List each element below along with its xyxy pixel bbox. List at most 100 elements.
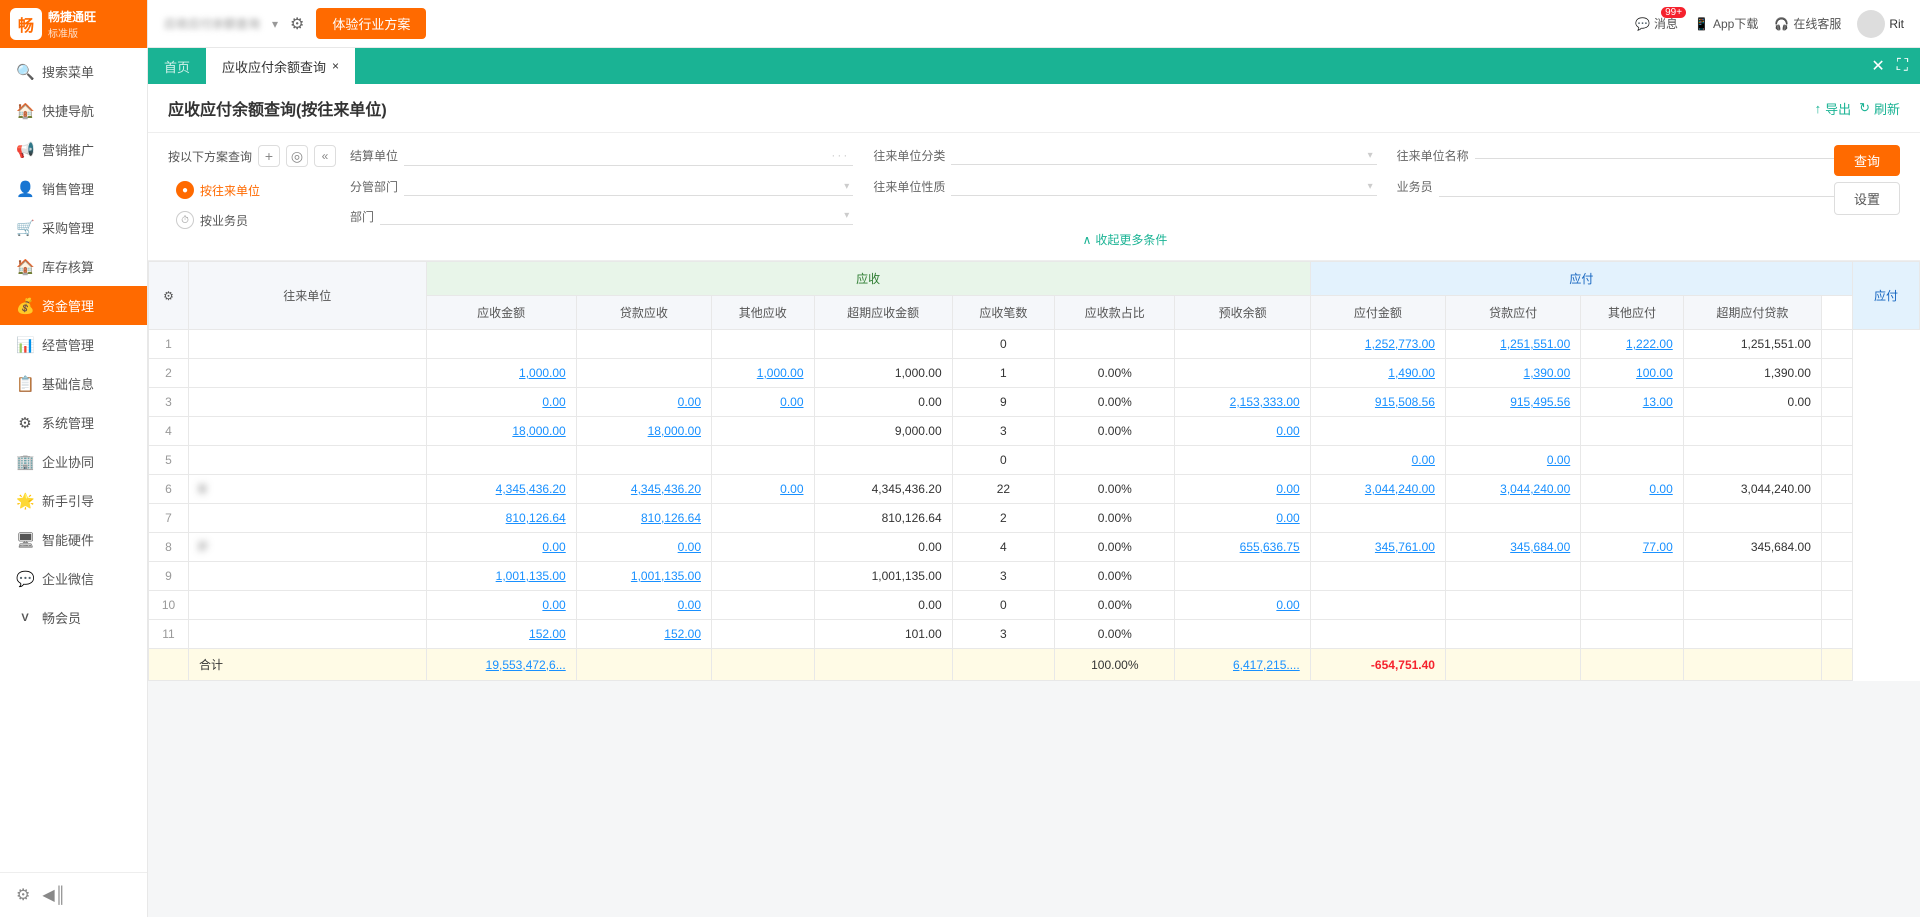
sidebar-item-operations[interactable]: 📊 经营管理 (0, 325, 147, 364)
cell-link[interactable]: 4,345,436.20 (496, 482, 566, 496)
export-btn[interactable]: ↑ 导出 (1815, 99, 1852, 118)
tab-close-icon[interactable]: × (332, 59, 339, 73)
cell-link[interactable]: 13.00 (1643, 395, 1673, 409)
department-dropdown[interactable]: ▾ (380, 207, 853, 225)
cell-link[interactable]: 0.00 (678, 598, 701, 612)
cell-link[interactable]: 1,001,135.00 (631, 569, 701, 583)
app-download-label: App下载 (1713, 15, 1758, 32)
tab-home[interactable]: 首页 (148, 48, 206, 84)
sidebar-item-guide[interactable]: 🌟 新手引导 (0, 481, 147, 520)
wechat-icon: 💬 (16, 570, 34, 588)
cell-link[interactable]: 100.00 (1636, 366, 1673, 380)
cell-link[interactable]: 915,495.56 (1510, 395, 1570, 409)
cell-link[interactable]: 1,252,773.00 (1365, 337, 1435, 351)
sidebar-collapse-btn[interactable]: ◀║ (42, 885, 66, 905)
partner-nature-dropdown[interactable]: ▾ (951, 178, 1376, 196)
cell-link[interactable]: 18,000.00 (512, 424, 565, 438)
sidebar-item-wechat[interactable]: 💬 企业微信 (0, 559, 147, 598)
cell-link[interactable]: 2,153,333.00 (1230, 395, 1300, 409)
cell-link[interactable]: 0.00 (678, 540, 701, 554)
cell-link[interactable]: 0.00 (780, 482, 803, 496)
cell-link[interactable]: 655,636.75 (1240, 540, 1300, 554)
cell-link[interactable]: 1,251,551.00 (1500, 337, 1570, 351)
dept-dropdown[interactable]: ▾ (404, 178, 853, 196)
logo-text: 畅捷通旺 标准版 (48, 8, 96, 40)
cell-link[interactable]: 0.00 (1547, 453, 1570, 467)
table-settings-icon[interactable]: ⚙ (163, 289, 174, 303)
settings-btn[interactable]: 设置 (1834, 182, 1900, 215)
cell-link[interactable]: 0.00 (1276, 598, 1299, 612)
cell-link[interactable]: 1,000.00 (757, 366, 804, 380)
app-download-icon: 📱 (1694, 17, 1709, 31)
page-title: 应收应付余额查询(按往来单位) (168, 96, 387, 120)
cell-link[interactable]: 1,222.00 (1626, 337, 1673, 351)
settlement-unit-input[interactable]: ··· (404, 145, 853, 166)
cell-link[interactable]: 4,345,436.20 (631, 482, 701, 496)
cell-link[interactable]: 77.00 (1643, 540, 1673, 554)
sidebar-item-system[interactable]: ⚙ 系统管理 (0, 403, 147, 442)
tab-expand-icon[interactable]: ⛶ (1897, 57, 1908, 75)
cell-link[interactable]: 18,000.00 (648, 424, 701, 438)
sidebar-item-purchase-label: 采购管理 (42, 218, 94, 237)
refresh-btn[interactable]: ↻ 刷新 (1859, 99, 1900, 118)
cell-link[interactable]: 345,684.00 (1510, 540, 1570, 554)
cell-link[interactable]: 0.00 (1412, 453, 1435, 467)
app-download-btn[interactable]: 📱 App下载 (1694, 15, 1758, 32)
sidebar-item-purchase[interactable]: 🛒 采购管理 (0, 208, 147, 247)
notifications-btn[interactable]: 💬 消息 99+ (1635, 15, 1678, 32)
filter-scheme-by-partner[interactable]: ● 按往来单位 (168, 177, 338, 203)
filter-department: 部门 ▾ (350, 207, 853, 225)
cell-link[interactable]: 0.00 (1649, 482, 1672, 496)
cell-link[interactable]: 810,126.64 (506, 511, 566, 525)
total-loan-ar (576, 649, 711, 681)
cell-link[interactable]: 0.00 (542, 395, 565, 409)
salesman-input[interactable]: ··· (1439, 176, 1900, 197)
cell-link[interactable]: 3,044,240.00 (1365, 482, 1435, 496)
cell-link[interactable]: 0.00 (1276, 424, 1299, 438)
cell-link[interactable]: 915,508.56 (1375, 395, 1435, 409)
solution-btn[interactable]: 体验行业方案 (316, 8, 426, 39)
cell-link[interactable]: 1,390.00 (1524, 366, 1571, 380)
filter-add-btn[interactable]: + (258, 145, 280, 167)
cell-link[interactable]: 0.00 (780, 395, 803, 409)
sidebar-item-search-menu[interactable]: 🔍 搜索菜单 (0, 52, 147, 91)
sidebar-item-member[interactable]: V 畅会员 (0, 598, 147, 637)
tab-ar-ap-query[interactable]: 应收应付余额查询 × (206, 48, 355, 84)
user-info[interactable]: Rit (1857, 10, 1904, 38)
online-service-btn[interactable]: 🎧 在线客服 (1774, 15, 1841, 32)
sidebar-item-inventory[interactable]: 🏠 库存核算 (0, 247, 147, 286)
total-row-settings (149, 649, 189, 681)
cell-link[interactable]: 152.00 (529, 627, 566, 641)
cell-link[interactable]: 1,001,135.00 (496, 569, 566, 583)
partner-category-dropdown[interactable]: ▾ (951, 147, 1376, 165)
cell-link[interactable]: 0.00 (1276, 511, 1299, 525)
cell-link[interactable]: 0.00 (1276, 482, 1299, 496)
cell-link[interactable]: 0.00 (678, 395, 701, 409)
cell-link[interactable]: 3,044,240.00 (1500, 482, 1570, 496)
sidebar-item-sales[interactable]: 👤 销售管理 (0, 169, 147, 208)
breadcrumb-arrow[interactable]: ▾ (272, 17, 278, 31)
cell-link[interactable]: 810,126.64 (641, 511, 701, 525)
header-gear-icon[interactable]: ⚙ (290, 14, 304, 34)
sidebar-item-hardware[interactable]: 🖥 智能硬件 (0, 520, 147, 559)
cell-link[interactable]: 152.00 (664, 627, 701, 641)
sidebar-item-marketing[interactable]: 📢 营销推广 (0, 130, 147, 169)
sidebar-settings-btn[interactable]: ⚙ (16, 885, 30, 905)
query-btn[interactable]: 查询 (1834, 145, 1900, 176)
sidebar-item-finance-label: 资金管理 (42, 296, 94, 315)
cell-link[interactable]: 345,761.00 (1375, 540, 1435, 554)
sidebar-item-finance[interactable]: 💰 资金管理 (0, 286, 147, 325)
collapse-more-btn[interactable]: ∧ 收起更多条件 (1083, 231, 1168, 248)
tab-close-all-icon[interactable]: ✕ (1871, 56, 1884, 76)
cell-link[interactable]: 1,490.00 (1388, 366, 1435, 380)
sidebar-item-basic-info[interactable]: 📋 基础信息 (0, 364, 147, 403)
dots-icon[interactable]: ··· (831, 148, 849, 162)
filter-collapse-btn[interactable]: « (314, 145, 336, 167)
cell-link[interactable]: 0.00 (542, 598, 565, 612)
filter-scheme-btn[interactable]: ◎ (286, 145, 308, 167)
sidebar-item-enterprise[interactable]: 🏢 企业协同 (0, 442, 147, 481)
sidebar-item-quick-nav[interactable]: 🏠 快捷导航 (0, 91, 147, 130)
cell-link[interactable]: 1,000.00 (519, 366, 566, 380)
cell-link[interactable]: 0.00 (542, 540, 565, 554)
filter-scheme-by-salesman[interactable]: ⏱ 按业务员 (168, 207, 338, 233)
